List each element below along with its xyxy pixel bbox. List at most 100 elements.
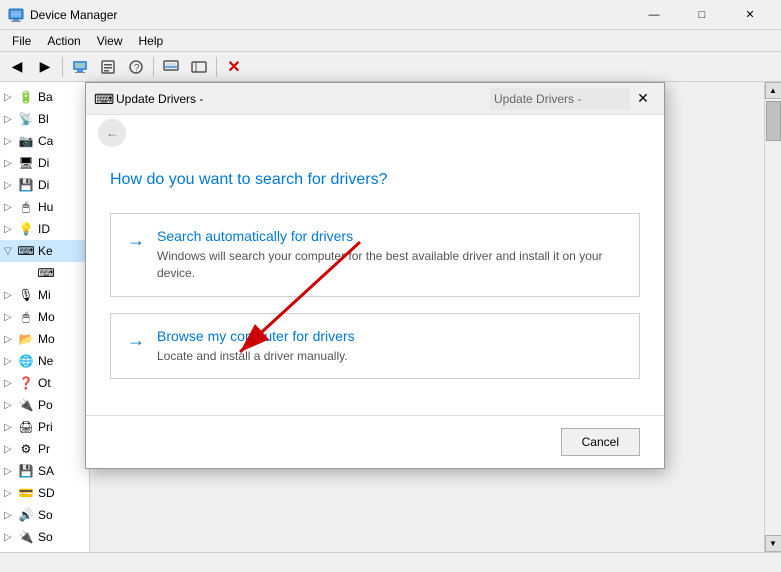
toolbar-scan[interactable] xyxy=(158,55,184,79)
tree-item-disk[interactable]: ▷ 💾 Di xyxy=(0,174,89,196)
menu-view[interactable]: View xyxy=(89,32,131,50)
device-tree: ▷ 🔋 Ba ▷ 📡 Bl ▷ 📷 Ca ▷ 🖥 Di ▷ 💾 Di ▷ 🖱 H… xyxy=(0,82,90,572)
expand-icon: ▷ xyxy=(4,532,18,543)
search-auto-title: Search automatically for drivers xyxy=(157,228,623,244)
battery-icon: 🔋 xyxy=(18,89,34,105)
tree-item-label: Pri xyxy=(38,420,53,434)
tree-item-sound1[interactable]: ▷ 🔊 So xyxy=(0,504,89,526)
scrollbar-right: ▲ ▼ xyxy=(764,82,781,552)
toolbar-remove[interactable]: ✕ xyxy=(221,55,247,79)
tree-item-print[interactable]: ▷ 🖨 Pri xyxy=(0,416,89,438)
toolbar-properties[interactable] xyxy=(95,55,121,79)
keyboard-sub-icon: ⌨ xyxy=(38,265,54,281)
expand-icon: ▷ xyxy=(4,466,18,477)
tree-item-display1[interactable]: ▷ 🖥 Di xyxy=(0,152,89,174)
tree-item-label: Ke xyxy=(38,244,53,258)
tree-item-label: Ba xyxy=(38,90,53,104)
tree-item-processor[interactable]: ▷ ⚙ Pr xyxy=(0,438,89,460)
tree-item-mouse[interactable]: ▷ 📂 Mo xyxy=(0,328,89,350)
expand-icon: ▽ xyxy=(4,246,18,257)
browse-manual-option[interactable]: → Browse my computer for drivers Locate … xyxy=(110,313,640,380)
toolbar-forward[interactable]: ▶ xyxy=(32,55,58,79)
expand-icon: ▷ xyxy=(4,290,18,301)
tree-item-keyboard-sub[interactable]: ⌨ xyxy=(0,262,89,284)
expand-icon: ▷ xyxy=(4,422,18,433)
tree-item-label: So xyxy=(38,508,53,522)
mouse-icon: 📂 xyxy=(18,331,34,347)
tree-item-monitors[interactable]: ▷ 🖱 Mo xyxy=(0,306,89,328)
tree-item-label: Bl xyxy=(38,112,49,126)
cancel-button[interactable]: Cancel xyxy=(561,428,640,456)
tree-item-label: Po xyxy=(38,398,53,412)
dialog-title-input[interactable] xyxy=(490,88,630,110)
expand-icon: ▷ xyxy=(4,202,18,213)
toolbar-device-view[interactable] xyxy=(186,55,212,79)
expand-icon: ▷ xyxy=(4,180,18,191)
processor-icon: ⚙ xyxy=(18,441,34,457)
toolbar-back[interactable]: ◀ xyxy=(4,55,30,79)
port-icon: 🔌 xyxy=(18,397,34,413)
expand-icon: ▷ xyxy=(4,378,18,389)
tree-item-other[interactable]: ▷ ❓ Ot xyxy=(0,372,89,394)
dialog-nav: ← xyxy=(86,115,664,151)
ide-icon: 💡 xyxy=(18,221,34,237)
tree-item-cameras[interactable]: ▷ 📷 Ca xyxy=(0,130,89,152)
scrollbar-thumb[interactable] xyxy=(766,101,781,141)
main-content: ▷ 🔋 Ba ▷ 📡 Bl ▷ 📷 Ca ▷ 🖥 Di ▷ 💾 Di ▷ 🖱 H… xyxy=(0,82,781,572)
tree-item-sa[interactable]: ▷ 💾 SA xyxy=(0,460,89,482)
scroll-down-button[interactable]: ▼ xyxy=(765,535,781,552)
tree-item-sound2[interactable]: ▷ 🔌 So xyxy=(0,526,89,548)
tree-item-network[interactable]: ▷ 🌐 Ne xyxy=(0,350,89,372)
search-auto-arrow: → xyxy=(127,230,145,251)
tree-item-microphone[interactable]: ▷ 🎙 Mi xyxy=(0,284,89,306)
menu-file[interactable]: File xyxy=(4,32,39,50)
toolbar-separator-1 xyxy=(62,57,63,77)
expand-icon: ▷ xyxy=(4,158,18,169)
dialog-back-button[interactable]: ← xyxy=(98,119,126,147)
dialog-title-icon: ⌨ xyxy=(94,91,110,107)
tree-item-label: SA xyxy=(38,464,54,478)
tree-item-ports[interactable]: ▷ 🔌 Po xyxy=(0,394,89,416)
minimize-button[interactable]: — xyxy=(631,0,677,30)
expand-icon: ▷ xyxy=(4,136,18,147)
dialog-question: How do you want to search for drivers? xyxy=(110,171,640,189)
tree-item-batteries[interactable]: ▷ 🔋 Ba xyxy=(0,86,89,108)
tree-item-bluetooth[interactable]: ▷ 📡 Bl xyxy=(0,108,89,130)
expand-icon: ▷ xyxy=(4,356,18,367)
tree-item-ide[interactable]: ▷ 💡 ID xyxy=(0,218,89,240)
tree-item-label: Mo xyxy=(38,332,55,346)
sa-icon: 💾 xyxy=(18,463,34,479)
menu-help[interactable]: Help xyxy=(131,32,172,50)
tree-item-keyboard[interactable]: ▽ ⌨ Ke xyxy=(0,240,89,262)
print-icon: 🖨 xyxy=(18,419,34,435)
scroll-up-button[interactable]: ▲ xyxy=(765,82,781,99)
menu-action[interactable]: Action xyxy=(39,32,88,50)
tree-item-label: Di xyxy=(38,178,49,192)
dialog-overlay: ⌨ Update Drivers - ✕ ← How do you want t… xyxy=(85,82,764,552)
tree-item-label: Hu xyxy=(38,200,53,214)
tree-item-label: Pr xyxy=(38,442,50,456)
scrollbar-track[interactable] xyxy=(765,99,781,535)
expand-icon: ▷ xyxy=(4,334,18,345)
network-icon: 🌐 xyxy=(18,353,34,369)
tree-item-label: Ot xyxy=(38,376,51,390)
toolbar-help[interactable]: ? xyxy=(123,55,149,79)
tree-item-hid[interactable]: ▷ 🖱 Hu xyxy=(0,196,89,218)
expand-icon: ▷ xyxy=(4,114,18,125)
close-button[interactable]: ✕ xyxy=(727,0,773,30)
dialog-close-button[interactable]: ✕ xyxy=(630,86,656,112)
other-icon: ❓ xyxy=(18,375,34,391)
tree-item-label: Ca xyxy=(38,134,53,148)
camera-icon: 📷 xyxy=(18,133,34,149)
expand-icon: ▷ xyxy=(4,488,18,499)
search-auto-desc: Windows will search your computer for th… xyxy=(157,248,623,282)
search-auto-option[interactable]: → Search automatically for drivers Windo… xyxy=(110,213,640,297)
maximize-button[interactable]: □ xyxy=(679,0,725,30)
tree-item-label: Mi xyxy=(38,288,51,302)
app-icon xyxy=(8,7,24,23)
browse-manual-desc: Locate and install a driver manually. xyxy=(157,348,623,365)
tree-item-sd[interactable]: ▷ 💳 SD xyxy=(0,482,89,504)
expand-icon: ▷ xyxy=(4,224,18,235)
toolbar-computer[interactable] xyxy=(67,55,93,79)
expand-icon: ▷ xyxy=(4,510,18,521)
